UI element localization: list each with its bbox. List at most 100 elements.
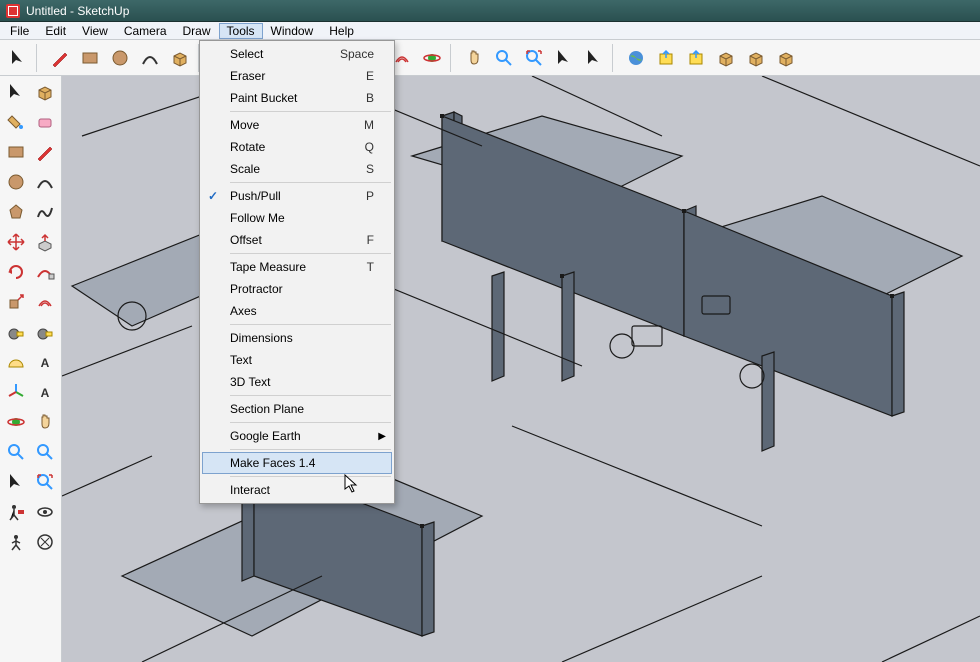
toolbtn-protractor[interactable] [2, 348, 30, 376]
toolbtn-pan[interactable] [32, 408, 60, 436]
toolbtn-make-component[interactable] [32, 78, 60, 106]
toolbtn-zoom-extents[interactable] [520, 44, 548, 72]
share-icon [686, 48, 706, 68]
toolbtn-orbit[interactable] [2, 408, 30, 436]
toolbtn-circle[interactable] [106, 44, 134, 72]
toolbtn-dimensions[interactable] [32, 318, 60, 346]
menuitem-axes[interactable]: Axes [202, 300, 392, 322]
toolbtn-circle[interactable] [2, 168, 30, 196]
menuitem-label: Google Earth [230, 429, 301, 443]
menuitem-interact[interactable]: Interact [202, 479, 392, 501]
toolbtn-tape[interactable] [2, 318, 30, 346]
toolbox-row: A [2, 378, 59, 406]
toolbtn-paint-bucket[interactable] [2, 108, 30, 136]
toolbtn-select[interactable] [2, 78, 30, 106]
menuitem-eraser[interactable]: EraserE [202, 65, 392, 87]
circle-icon [6, 172, 26, 192]
toolbtn-zoom-extents[interactable] [32, 468, 60, 496]
toolbtn-select[interactable] [4, 44, 32, 72]
toolbtn-prev-view[interactable] [550, 44, 578, 72]
menuitem-follow-me[interactable]: Follow Me [202, 207, 392, 229]
box3-icon [776, 48, 796, 68]
toolbtn-line[interactable] [32, 138, 60, 166]
window-title: Untitled - SketchUp [26, 4, 129, 18]
toolbtn-next-view[interactable] [580, 44, 608, 72]
toolbtn-3d-text[interactable]: A [32, 378, 60, 406]
menuitem-section-plane[interactable]: Section Plane [202, 398, 392, 420]
toolbtn-rotate[interactable] [2, 258, 30, 286]
menu-draw[interactable]: Draw [175, 23, 219, 39]
toolbtn-follow-me[interactable] [32, 258, 60, 286]
menuitem-dimensions[interactable]: Dimensions [202, 327, 392, 349]
menuitem-tape-measure[interactable]: Tape MeasureT [202, 256, 392, 278]
menuitem-push-pull[interactable]: ✓Push/PullP [202, 185, 392, 207]
toolbtn-zoom-window[interactable] [32, 438, 60, 466]
prev-view-icon [554, 48, 574, 68]
toolbtn-pencil[interactable] [46, 44, 74, 72]
toolbtn-push-pull[interactable] [32, 228, 60, 256]
menuitem-paint-bucket[interactable]: Paint BucketB [202, 87, 392, 109]
title-bar: Untitled - SketchUp [0, 0, 980, 22]
select-icon [6, 82, 26, 102]
push-pull-icon [35, 232, 55, 252]
menuitem-shortcut: P [366, 189, 374, 203]
menuitem-protractor[interactable]: Protractor [202, 278, 392, 300]
toolbtn-section[interactable] [32, 528, 60, 556]
menu-camera[interactable]: Camera [116, 23, 175, 39]
toolbtn-box2[interactable] [742, 44, 770, 72]
menu-help[interactable]: Help [321, 23, 362, 39]
toolbtn-share[interactable] [682, 44, 710, 72]
menu-view[interactable]: View [74, 23, 116, 39]
toolbox-row: A [2, 348, 59, 376]
next-view-icon [584, 48, 604, 68]
select-icon [8, 48, 28, 68]
menu-file[interactable]: File [2, 23, 37, 39]
menuitem-rotate[interactable]: RotateQ [202, 136, 392, 158]
toolbtn-arc[interactable] [136, 44, 164, 72]
toolbtn-get-models[interactable] [652, 44, 680, 72]
menuitem-move[interactable]: MoveM [202, 114, 392, 136]
toolbtn-walk[interactable] [2, 528, 30, 556]
arc-icon [140, 48, 160, 68]
toolbtn-box3[interactable] [772, 44, 800, 72]
toolbtn-scale[interactable] [2, 288, 30, 316]
menuitem-scale[interactable]: ScaleS [202, 158, 392, 180]
toolbtn-zoom[interactable] [2, 438, 30, 466]
toolbtn-text[interactable]: A [32, 348, 60, 376]
toolbtn-look-around[interactable] [32, 498, 60, 526]
menu-separator [230, 449, 391, 450]
menuitem-text[interactable]: Text [202, 349, 392, 371]
menuitem-label: Move [230, 118, 259, 132]
toolbtn-orbit[interactable] [418, 44, 446, 72]
position-camera-icon [6, 502, 26, 522]
toolbtn-polygon[interactable] [2, 198, 30, 226]
toolbtn-position-camera[interactable] [2, 498, 30, 526]
toolbox-row [2, 408, 59, 436]
menuitem-make-faces-1-4[interactable]: Make Faces 1.4 [202, 452, 392, 474]
toolbar-top [0, 40, 980, 76]
menu-tools[interactable]: Tools [219, 23, 263, 39]
menuitem-select[interactable]: SelectSpace [202, 43, 392, 65]
toolbtn-box1[interactable] [712, 44, 740, 72]
toolbtn-arc[interactable] [32, 168, 60, 196]
toolbtn-move[interactable] [2, 228, 30, 256]
menu-window[interactable]: Window [263, 23, 322, 39]
toolbtn-make-component[interactable] [166, 44, 194, 72]
toolbtn-offset[interactable] [32, 288, 60, 316]
toolbtn-freehand[interactable] [32, 198, 60, 226]
menuitem-google-earth[interactable]: Google Earth▶ [202, 425, 392, 447]
toolbtn-rectangle[interactable] [76, 44, 104, 72]
menu-separator [230, 324, 391, 325]
toolbtn-zoom[interactable] [490, 44, 518, 72]
toolbtn-prev[interactable] [2, 468, 30, 496]
menuitem-3d-text[interactable]: 3D Text [202, 371, 392, 393]
offset-icon [392, 48, 412, 68]
toolbtn-axes[interactable] [2, 378, 30, 406]
toolbtn-eraser[interactable] [32, 108, 60, 136]
toolbtn-rectangle[interactable] [2, 138, 30, 166]
menu-edit[interactable]: Edit [37, 23, 74, 39]
dimensions-icon [35, 322, 55, 342]
menuitem-offset[interactable]: OffsetF [202, 229, 392, 251]
toolbtn-pan[interactable] [460, 44, 488, 72]
toolbtn-google-earth[interactable] [622, 44, 650, 72]
